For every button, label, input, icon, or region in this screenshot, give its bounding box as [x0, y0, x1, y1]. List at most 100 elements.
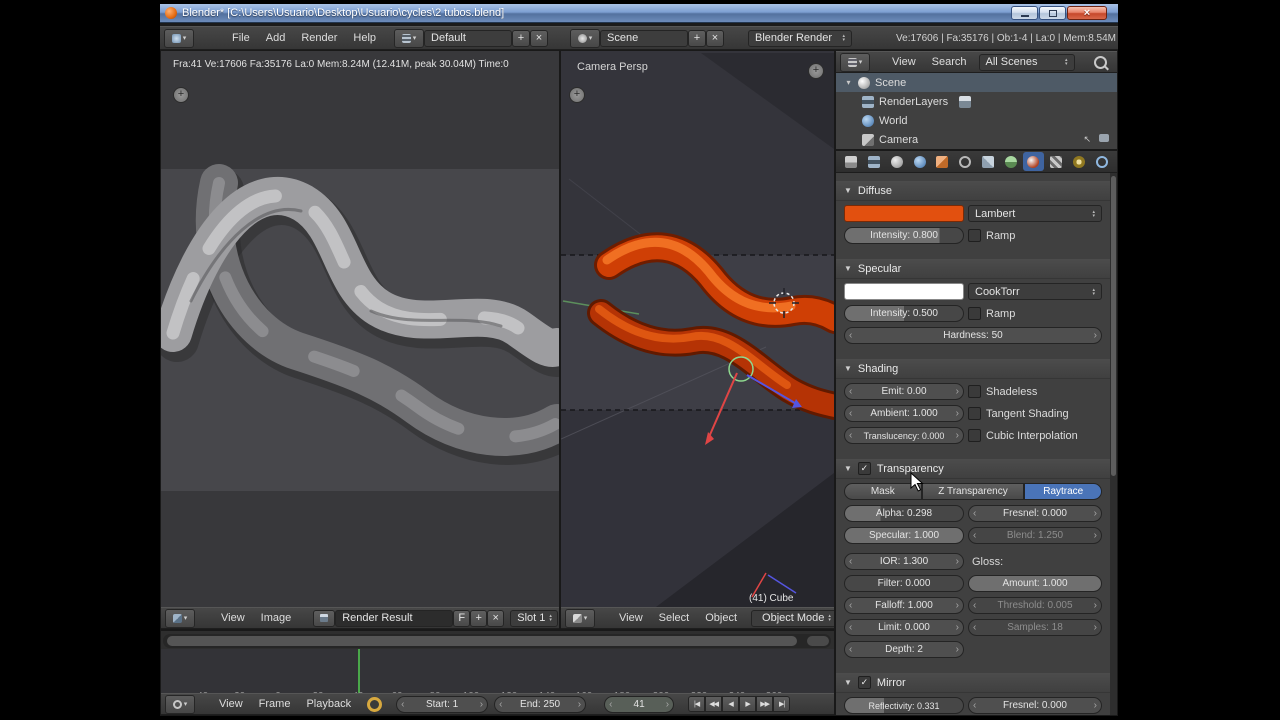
filter-slider[interactable]: Filter: 0.000 [844, 575, 964, 592]
reflectivity-slider[interactable]: Reflectivity: 0.331 [844, 697, 964, 714]
specular-hardness-field[interactable]: Hardness: 50 [844, 327, 1102, 344]
properties-scrollbar[interactable] [1110, 173, 1117, 715]
fake-user-button[interactable]: F [453, 609, 471, 627]
timeline-menu-playback[interactable]: Playback [298, 698, 359, 710]
diffuse-intensity-slider[interactable]: Intensity: 0.800 [844, 227, 964, 244]
frame-start-field[interactable]: Start: 1 [396, 695, 489, 713]
tab-render[interactable] [841, 152, 862, 171]
tab-object-data[interactable] [1000, 152, 1021, 171]
screen-layout-delete-button[interactable]: × [530, 29, 549, 47]
scene-delete-button[interactable]: × [706, 29, 725, 47]
outliner-menu-view[interactable]: View [884, 56, 924, 68]
ior-field[interactable]: IOR: 1.300 [844, 553, 964, 570]
panel-header-mirror[interactable]: Mirror [836, 673, 1110, 693]
image-unlink-button[interactable]: × [487, 609, 505, 627]
jump-to-start-button[interactable] [688, 696, 706, 712]
image-new-button[interactable]: + [470, 609, 488, 627]
disclosure-triangle-icon[interactable]: ▾ [844, 78, 853, 87]
shadeless-checkbox[interactable] [968, 385, 981, 398]
outliner-menu-search[interactable]: Search [924, 56, 975, 68]
mode-select[interactable]: Object Mode [751, 609, 834, 627]
jump-to-end-button[interactable] [773, 696, 791, 712]
prev-keyframe-button[interactable] [705, 696, 723, 712]
scene-browse-button[interactable] [570, 28, 601, 48]
depth-field[interactable]: Depth: 2 [844, 641, 964, 658]
auto-keyframe-record-button[interactable] [367, 696, 383, 712]
fresnel-field[interactable]: Fresnel: 0.000 [968, 505, 1102, 522]
viewport-menu-view[interactable]: View [611, 612, 651, 624]
outliner-item-renderlayers[interactable]: RenderLayers [836, 92, 1117, 111]
tab-render-layers[interactable] [864, 152, 885, 171]
current-frame-field[interactable]: 41 [604, 695, 675, 713]
outliner-item-world[interactable]: World [836, 111, 1117, 130]
image-browse-button[interactable] [313, 609, 336, 627]
transparency-enable-checkbox[interactable] [857, 462, 871, 475]
search-icon[interactable] [1094, 55, 1107, 69]
render-slot-select[interactable]: Slot 1 [510, 609, 559, 627]
panel-header-transparency[interactable]: Transparency [836, 459, 1110, 479]
restrict-select-icon[interactable]: ↖ [1083, 134, 1091, 145]
tangent-shading-checkbox[interactable] [968, 407, 981, 420]
samples-field[interactable]: Samples: 18 [968, 619, 1102, 636]
timeline-menu-frame[interactable]: Frame [251, 698, 299, 710]
editor-type-outliner-button[interactable] [840, 52, 870, 72]
mirror-enable-checkbox[interactable] [857, 676, 871, 689]
play-reverse-button[interactable] [722, 696, 740, 712]
diffuse-color-swatch[interactable] [844, 205, 964, 222]
close-button[interactable]: × [1067, 6, 1107, 20]
tab-modifiers[interactable] [978, 152, 999, 171]
editor-type-timeline-button[interactable] [165, 694, 195, 714]
image-region-expand-icon[interactable]: + [173, 87, 189, 103]
gloss-amount-slider[interactable]: Amount: 1.000 [968, 575, 1102, 592]
tab-physics[interactable] [1091, 152, 1112, 171]
falloff-field[interactable]: Falloff: 1.000 [844, 597, 964, 614]
properties-region-expand-icon[interactable]: + [808, 63, 824, 79]
titlebar[interactable]: Blender* [C:\Users\Usuario\Desktop\Usuar… [160, 4, 1118, 23]
panel-header-diffuse[interactable]: Diffuse [836, 181, 1110, 201]
timeline-menu-view[interactable]: View [211, 698, 251, 710]
editor-type-3dview-button[interactable] [565, 608, 595, 628]
screen-layout-add-button[interactable]: + [512, 29, 531, 47]
tab-world[interactable] [909, 152, 930, 171]
mode-raytrace-button[interactable]: Raytrace [1024, 483, 1102, 500]
panel-header-shading[interactable]: Shading [836, 359, 1110, 379]
screen-layout-browse-button[interactable] [394, 28, 425, 48]
scene-name[interactable]: Scene [600, 29, 689, 47]
shading-ambient-field[interactable]: Ambient: 1.000 [844, 405, 964, 422]
mirror-fresnel-field[interactable]: Fresnel: 0.000 [968, 697, 1102, 714]
menu-render[interactable]: Render [293, 32, 345, 44]
maximize-button[interactable] [1039, 6, 1066, 20]
tab-particles[interactable] [1069, 152, 1090, 171]
outliner-item-scene[interactable]: ▾ Scene [836, 73, 1117, 92]
timeline-hscrollbar[interactable] [163, 634, 831, 648]
diffuse-shader-select[interactable]: Lambert [968, 205, 1102, 222]
render-engine-select[interactable]: Blender Render [748, 29, 853, 47]
tab-material[interactable] [1023, 152, 1044, 171]
restrict-render-icon[interactable] [1099, 134, 1109, 142]
screen-layout-name[interactable]: Default [424, 29, 513, 47]
cubic-interpolation-checkbox[interactable] [968, 429, 981, 442]
alpha-slider[interactable]: Alpha: 0.298 [844, 505, 964, 522]
viewport-menu-select[interactable]: Select [651, 612, 698, 624]
specular-ramp-checkbox[interactable] [968, 307, 981, 320]
frame-end-field[interactable]: End: 250 [494, 695, 587, 713]
tab-object[interactable] [932, 152, 953, 171]
tab-constraints[interactable] [955, 152, 976, 171]
threshold-field[interactable]: Threshold: 0.005 [968, 597, 1102, 614]
image-menu-image[interactable]: Image [253, 612, 300, 624]
blend-field[interactable]: Blend: 1.250 [968, 527, 1102, 544]
menu-add[interactable]: Add [258, 32, 294, 44]
specular-intensity-slider[interactable]: Intensity: 0.500 [844, 305, 964, 322]
timeline-ruler[interactable]: -40 -20 0 20 40 60 80 100 120 140 160 18… [161, 649, 834, 695]
scene-add-button[interactable]: + [688, 29, 707, 47]
shading-emit-field[interactable]: Emit: 0.00 [844, 383, 964, 400]
minimize-button[interactable] [1011, 6, 1038, 20]
panel-header-specular[interactable]: Specular [836, 259, 1110, 279]
image-menu-view[interactable]: View [213, 612, 253, 624]
render-preview[interactable] [161, 51, 559, 607]
editor-type-image-button[interactable] [165, 608, 195, 628]
outliner-display-select[interactable]: All Scenes [978, 53, 1075, 71]
viewport-canvas[interactable]: (41) Cube [561, 51, 834, 607]
menu-help[interactable]: Help [345, 32, 384, 44]
diffuse-ramp-checkbox[interactable] [968, 229, 981, 242]
